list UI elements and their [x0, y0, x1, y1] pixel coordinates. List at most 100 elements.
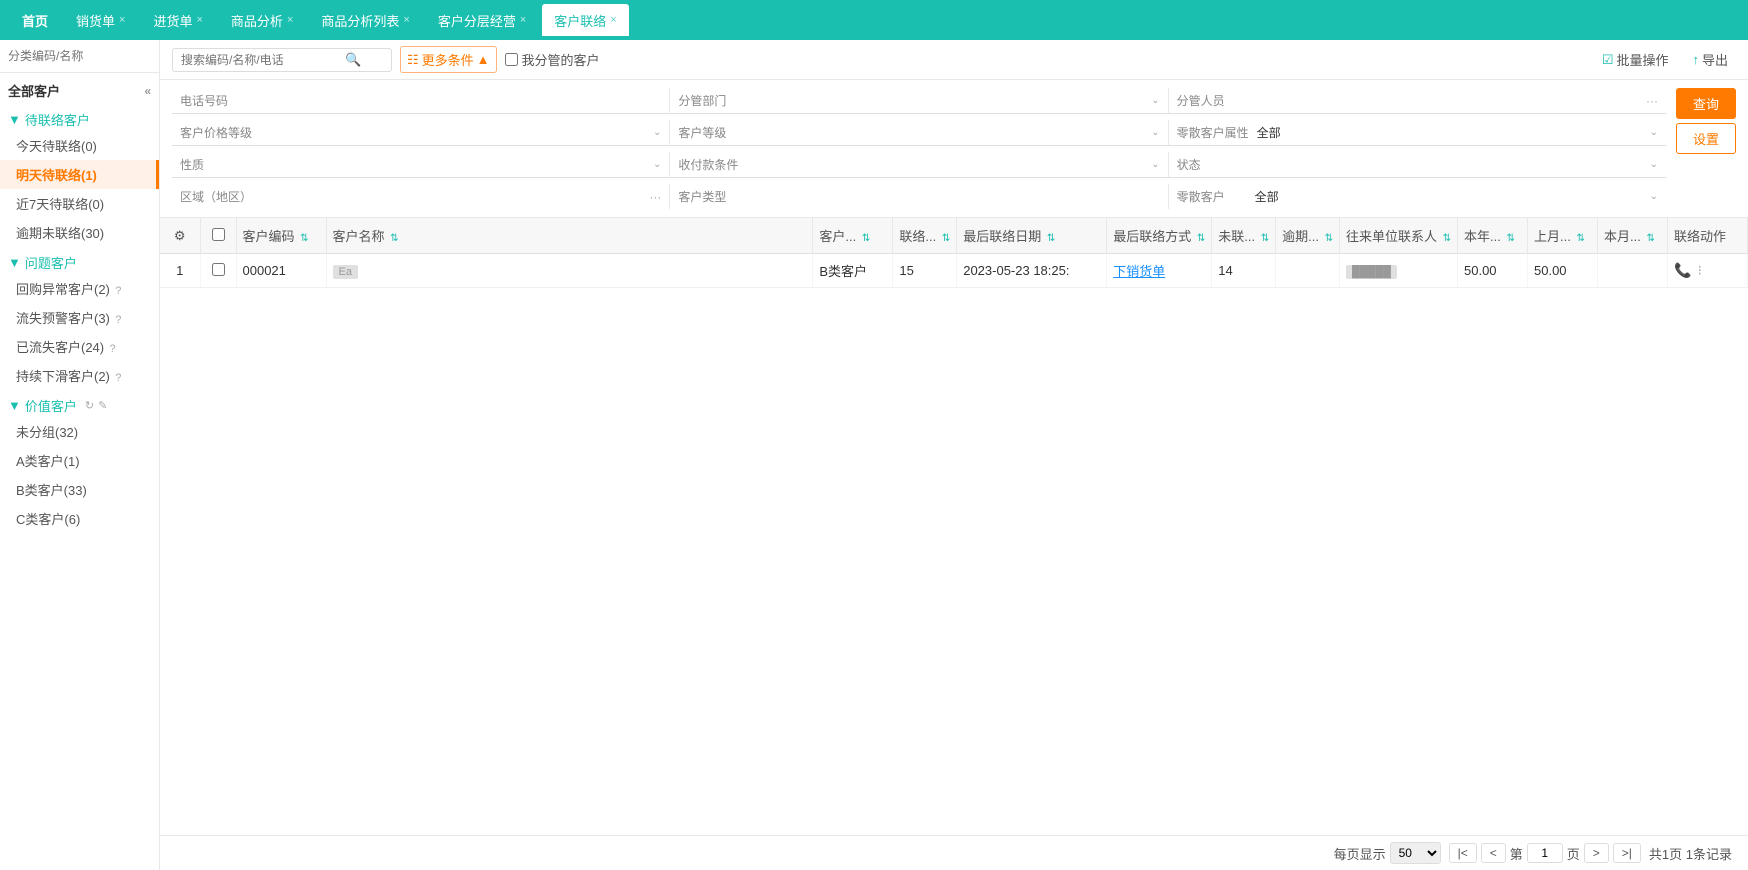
sidebar-item-type-a[interactable]: A类客户(1) [0, 446, 159, 475]
filter-region-label: 区域（地区） [180, 188, 252, 205]
th-thisyear: 本年... ⇅ [1458, 218, 1528, 254]
filter-action-col: 查询 设置 [1666, 88, 1736, 209]
cell-action: 📞 ⁝ [1668, 254, 1748, 288]
page-next-btn[interactable]: > [1584, 843, 1609, 863]
sidebar-search-input[interactable] [8, 49, 160, 63]
sidebar-item-churn-warning[interactable]: 流失预警客户(3) ? [0, 303, 159, 332]
per-page-dropdown[interactable]: 50 100 200 [1390, 842, 1441, 864]
export-label: 导出 [1702, 50, 1728, 69]
nav-product-list[interactable]: 商品分析列表 × [309, 4, 421, 36]
filter-price-level-arrow[interactable]: ⌄ [653, 127, 661, 138]
sidebar-all-customers[interactable]: 全部客户 « [0, 73, 159, 104]
cell-lastmonth: 50.00 [1528, 254, 1598, 288]
sidebar-item-week7[interactable]: 近7天待联络(0) [0, 189, 159, 218]
sidebar-pending-group[interactable]: ▼ 待联络客户 [0, 104, 159, 131]
query-button[interactable]: 查询 [1676, 88, 1736, 119]
nav-purchase[interactable]: 进货单 × [141, 4, 214, 36]
filter-row-2: 客户价格等级 ⌄ 客户等级 ⌄ 零散客户属性 全部 ⌄ [172, 120, 1666, 146]
nav-customer-contact-close[interactable]: × [610, 14, 616, 26]
filter-region-dots[interactable]: ··· [649, 190, 661, 204]
sort-icon-ctype[interactable]: ⇅ [862, 233, 870, 244]
triangle-icon: ▼ [8, 112, 21, 127]
page-prev-btn[interactable]: < [1481, 843, 1506, 863]
sidebar-item-type-b[interactable]: B类客户(33) [0, 475, 159, 504]
help-icon-1[interactable]: ? [115, 314, 121, 326]
filter-cust-level-arrow[interactable]: ⌄ [1151, 127, 1159, 138]
action-phone-icon[interactable]: 📞 [1674, 262, 1691, 279]
nav-home[interactable]: 首页 [10, 4, 60, 36]
sort-icon-lastway[interactable]: ⇅ [1197, 233, 1205, 244]
sidebar-item-ungroup[interactable]: 未分组(32) [0, 417, 159, 446]
triangle-icon3: ▼ [8, 398, 21, 413]
sidebar-item-type-c[interactable]: C类客户(6) [0, 504, 159, 533]
lastway-link[interactable]: 下销货单 [1113, 264, 1165, 279]
help-icon-3[interactable]: ? [115, 372, 121, 384]
nav-customer-tier-close[interactable]: × [520, 14, 526, 26]
filter-status-arrow[interactable]: ⌄ [1650, 159, 1658, 170]
filter-search-input[interactable] [181, 53, 341, 67]
more-conditions-btn[interactable]: ☷ 更多条件 ▲ [400, 46, 497, 73]
sort-icon-thismonth[interactable]: ⇅ [1646, 233, 1654, 244]
nav-sales-close[interactable]: × [119, 14, 125, 26]
set-button[interactable]: 设置 [1676, 123, 1736, 154]
filter-nature-arrow[interactable]: ⌄ [653, 159, 661, 170]
sidebar-item-tomorrow[interactable]: 明天待联络(1) [0, 160, 159, 189]
sidebar-item-declining[interactable]: 持续下滑客户(2) ? [0, 361, 159, 390]
pagination: |< < 第 页 > >| [1449, 843, 1641, 863]
filter-search-icon[interactable]: 🔍 [345, 52, 361, 68]
page-input[interactable] [1527, 843, 1563, 863]
filter-dept-arrow[interactable]: ⌄ [1151, 95, 1159, 106]
nav-product-analysis[interactable]: 商品分析 × [219, 4, 305, 36]
th-gear[interactable]: ⚙ [160, 218, 200, 254]
help-icon-0[interactable]: ? [115, 285, 121, 297]
sort-icon-lastmonth[interactable]: ⇅ [1576, 233, 1584, 244]
cell-lastway[interactable]: 下销货单 [1107, 254, 1212, 288]
nav-customer-tier[interactable]: 客户分层经营 × [426, 4, 538, 36]
batch-op-btn[interactable]: ☑ 批量操作 [1594, 47, 1677, 72]
sidebar-problem-group[interactable]: ▼ 问题客户 [0, 247, 159, 274]
sort-icon-name[interactable]: ⇅ [390, 233, 398, 244]
sort-icon-overdue[interactable]: ⇅ [1325, 233, 1333, 244]
page-label: 第 [1510, 844, 1523, 863]
gear-icon[interactable]: ⚙ [174, 228, 186, 243]
nav-product-analysis-close[interactable]: × [287, 14, 293, 26]
sort-icon-unlink[interactable]: ⇅ [1261, 233, 1269, 244]
select-all-check[interactable] [212, 228, 225, 241]
th-unlink: 未联... ⇅ [1212, 218, 1276, 254]
cell-check[interactable] [200, 254, 236, 288]
sort-icon-contact[interactable]: ⇅ [942, 233, 950, 244]
sidebar-value-group[interactable]: ▼ 价值客户 ↻ ✎ [0, 390, 159, 417]
th-thismonth: 本月... ⇅ [1598, 218, 1668, 254]
sidebar-item-overdue[interactable]: 逾期未联络(30) [0, 218, 159, 247]
my-customers-check[interactable] [505, 53, 518, 66]
my-customers-checkbox[interactable]: 我分管的客户 [505, 50, 600, 69]
th-code: 客户编码 ⇅ [236, 218, 326, 254]
action-menu-icon[interactable]: ⁝ [1697, 262, 1701, 279]
value-edit-icon[interactable]: ✎ [98, 399, 107, 412]
th-check[interactable] [200, 218, 236, 254]
sidebar-collapse-icon[interactable]: « [144, 84, 151, 98]
page-last-btn[interactable]: >| [1613, 843, 1641, 863]
sort-icon-lastdate[interactable]: ⇅ [1047, 233, 1055, 244]
export-btn[interactable]: ↑ 导出 [1684, 47, 1736, 72]
filter-payment-arrow[interactable]: ⌄ [1151, 159, 1159, 170]
nav-sales[interactable]: 销货单 × [64, 4, 137, 36]
filter-scatter-attr-arrow[interactable]: ⌄ [1650, 127, 1658, 138]
sidebar-item-churned[interactable]: 已流失客户(24) ? [0, 332, 159, 361]
page-first-btn[interactable]: |< [1449, 843, 1477, 863]
sort-icon-thisyear[interactable]: ⇅ [1506, 233, 1514, 244]
sidebar-item-repurchase-abnormal[interactable]: 回购异常客户(2) ? [0, 274, 159, 303]
filter-person-dots[interactable]: ··· [1646, 94, 1658, 108]
help-icon-2[interactable]: ? [109, 343, 115, 355]
nav-purchase-close[interactable]: × [196, 14, 202, 26]
row-check[interactable] [212, 263, 225, 276]
filter-scatter-arrow[interactable]: ⌄ [1650, 191, 1658, 202]
triangle-icon2: ▼ [8, 255, 21, 270]
nav-product-list-close[interactable]: × [403, 14, 409, 26]
sort-icon-person[interactable]: ⇅ [1443, 233, 1451, 244]
sidebar-item-today[interactable]: 今天待联络(0) [0, 131, 159, 160]
filter-nature: 性质 ⌄ [172, 152, 670, 178]
nav-customer-contact[interactable]: 客户联络 × [542, 4, 628, 36]
value-refresh-icon[interactable]: ↻ [85, 399, 94, 412]
sort-icon-code[interactable]: ⇅ [300, 233, 308, 244]
